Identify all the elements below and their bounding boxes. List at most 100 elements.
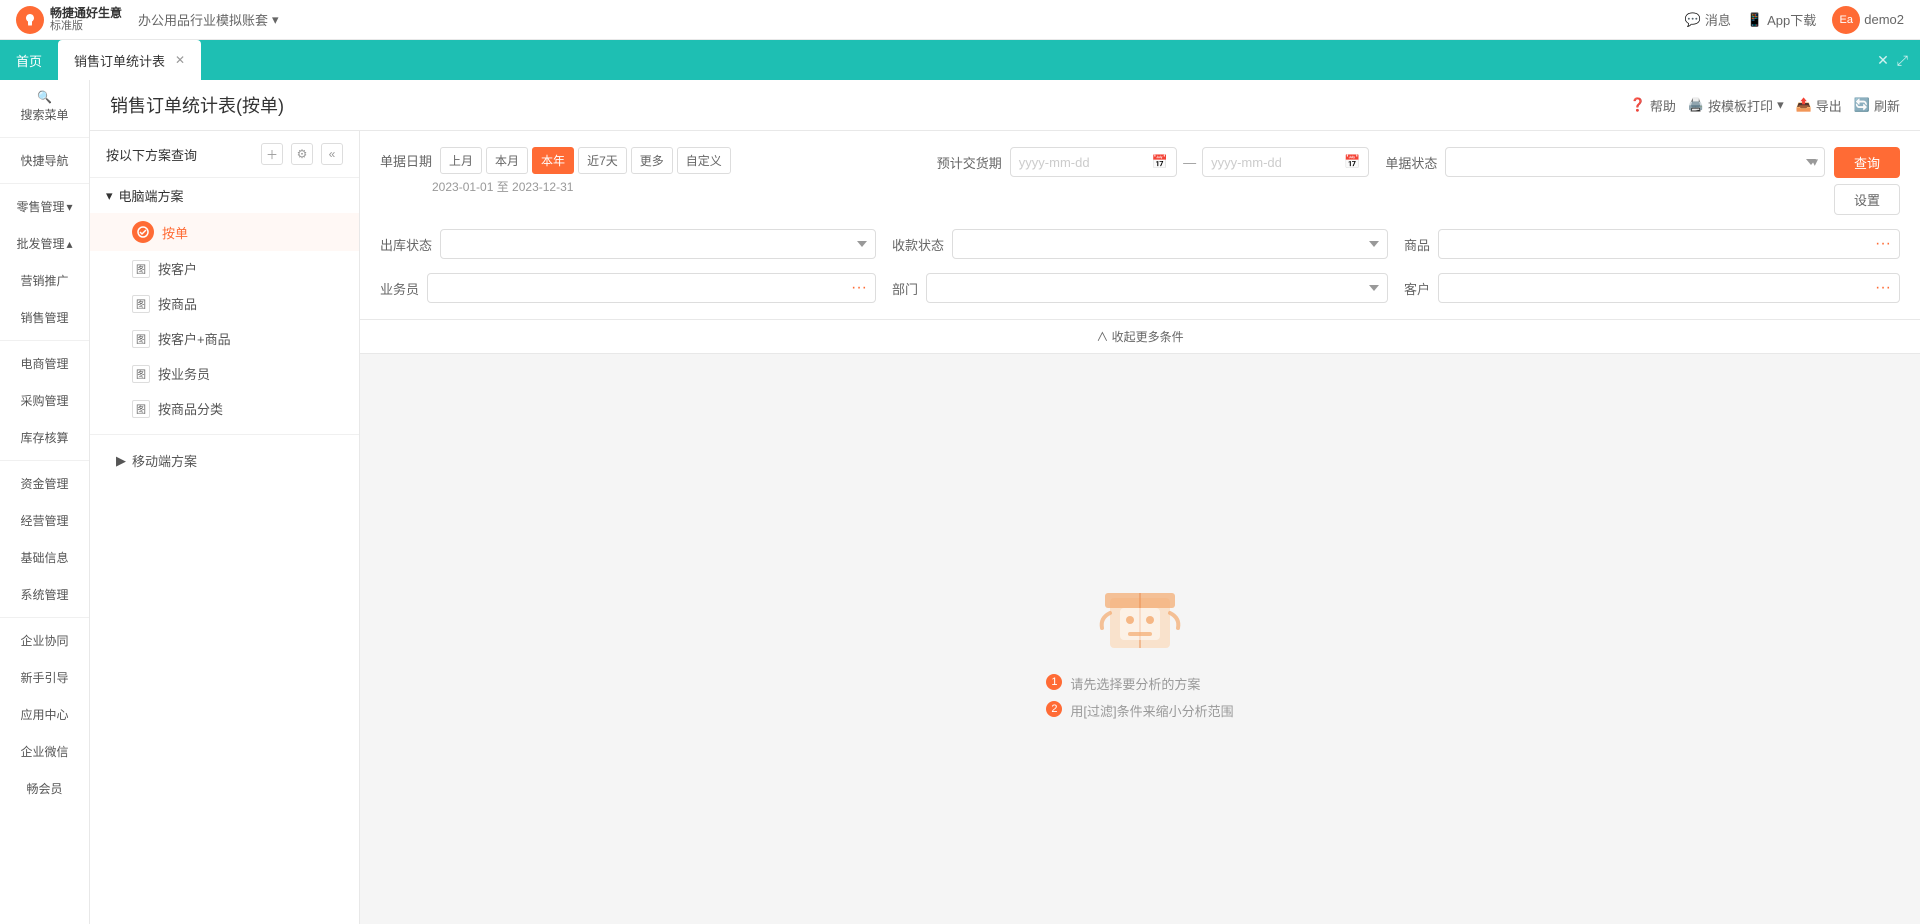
status-label: 单据状态 [1385, 153, 1437, 172]
scheme-by-customer-product[interactable]: 图 按客户+商品 [90, 321, 359, 356]
sidebar-item-operations[interactable]: 经营管理 [0, 502, 89, 539]
refresh-button[interactable]: 🔄 刷新 [1854, 96, 1900, 115]
salesperson-more-icon: ··· [851, 280, 867, 296]
status-filter: 单据状态 ▾ [1385, 147, 1818, 177]
date-btn-last-7days[interactable]: 近7天 [578, 147, 627, 174]
company-select[interactable]: 办公用品行业模拟账套 ▾ [130, 6, 287, 33]
message-button[interactable]: 💬 消息 [1685, 10, 1731, 29]
maximize-icon[interactable]: ⤢ [1897, 52, 1908, 69]
scheme-by-customer[interactable]: 图 按客户 [90, 251, 359, 286]
scheme-by-order-label: 按单 [162, 223, 188, 242]
print-arrow-icon: ▾ [1777, 97, 1784, 113]
left-panel-title: 按以下方案查询 [106, 145, 197, 164]
print-icon: 🖨️ [1688, 97, 1704, 113]
calendar-icon-end: 📅 [1344, 154, 1360, 170]
scheme-by-salesperson[interactable]: 图 按业务员 [90, 356, 359, 391]
page-area: 销售订单统计表(按单) ❓ 帮助 🖨️ 按模板打印 ▾ 📤 导出 [90, 80, 1920, 924]
app-download-button[interactable]: 📱 App下载 [1747, 10, 1816, 29]
sidebar-item-enterprise[interactable]: 企业协同 [0, 622, 89, 659]
print-button[interactable]: 🖨️ 按模板打印 ▾ [1688, 96, 1784, 115]
sidebar-item-wechat[interactable]: 企业微信 [0, 733, 89, 770]
expected-date-end[interactable]: yyyy-mm-dd 📅 [1202, 147, 1369, 177]
filter-row-3: 业务员 ··· 部门 [380, 273, 1900, 303]
customer-input[interactable]: ··· [1438, 273, 1900, 303]
date-btn-current-year[interactable]: 本年 [532, 147, 574, 174]
download-icon: 📱 [1747, 12, 1763, 28]
salesperson-input[interactable]: ··· [427, 273, 876, 303]
department-filter: 部门 [892, 273, 1388, 303]
payment-filter: 收款状态 [892, 229, 1388, 259]
avatar: Ea [1832, 6, 1860, 34]
sidebar-item-quicknav[interactable]: 快捷导航 [0, 142, 89, 179]
scheme-by-order[interactable]: 按单 [90, 213, 359, 251]
sidebar-item-inventory[interactable]: 库存核算 [0, 419, 89, 456]
scheme-by-product[interactable]: 图 按商品 [90, 286, 359, 321]
arrow-down-icon: ▾ [106, 188, 113, 204]
page-header: 销售订单统计表(按单) ❓ 帮助 🖨️ 按模板打印 ▾ 📤 导出 [90, 80, 1920, 131]
shipment-label: 出库状态 [380, 235, 432, 254]
empty-tip-1-text: 请先选择要分析的方案 [1070, 674, 1200, 693]
home-tab-label: 首页 [16, 51, 42, 70]
pc-scheme-group: ▾ 电脑端方案 按单 [90, 178, 359, 426]
scheme-by-product-category[interactable]: 图 按商品分类 [90, 391, 359, 426]
export-icon: 📤 [1796, 97, 1812, 113]
sidebar-item-system[interactable]: 系统管理 [0, 576, 89, 613]
customer-more-icon: ··· [1875, 280, 1891, 296]
goods-input[interactable]: ··· [1438, 229, 1900, 259]
add-scheme-button[interactable]: ＋ [261, 143, 283, 165]
sidebar-item-marketing[interactable]: 营销推广 [0, 262, 89, 299]
main-content: 🔍 搜索菜单 快捷导航 零售管理 ▾ 批发管理 ▴ 营销推广 销售管理 [0, 80, 1920, 924]
shipment-filter: 出库状态 [380, 229, 876, 259]
sidebar-item-member[interactable]: 畅会员 [0, 770, 89, 807]
expected-date-start[interactable]: yyyy-mm-dd 📅 [1010, 147, 1177, 177]
logo-icon [16, 6, 44, 34]
sidebar-item-sales[interactable]: 销售管理 [0, 299, 89, 336]
collapse-bar[interactable]: ∧ 收起更多条件 [360, 320, 1920, 354]
goods-more-icon: ··· [1875, 236, 1891, 252]
query-button[interactable]: 查询 [1834, 147, 1900, 178]
customer-label: 客户 [1404, 279, 1430, 298]
tab-close-icon[interactable]: ✕ [175, 53, 185, 67]
pc-scheme-header[interactable]: ▾ 电脑端方案 [90, 178, 359, 213]
payment-select[interactable] [952, 229, 1388, 259]
scheme-by-product-label: 按商品 [158, 294, 197, 313]
sidebar-item-basic[interactable]: 基础信息 [0, 539, 89, 576]
sidebar-item-wholesale[interactable]: 批发管理 ▴ [0, 225, 89, 262]
date-range-text: 2023-01-01 至 2023-12-31 [432, 180, 573, 194]
sidebar-item-purchase[interactable]: 采购管理 [0, 382, 89, 419]
collapse-panel-button[interactable]: « [321, 143, 343, 165]
shipment-select[interactable] [440, 229, 876, 259]
help-icon: ❓ [1630, 97, 1646, 113]
scheme-by-product-category-icon: 图 [132, 400, 150, 418]
date-btn-current-month[interactable]: 本月 [486, 147, 528, 174]
help-button[interactable]: ❓ 帮助 [1630, 96, 1676, 115]
close-window-icon[interactable]: ✕ [1877, 52, 1889, 69]
mobile-scheme-item[interactable]: ▶ 移动端方案 [90, 443, 359, 478]
expected-date-filter: 预计交货期 yyyy-mm-dd 📅 — yyyy-mm-dd [937, 147, 1370, 177]
settings-scheme-button[interactable]: ⚙ [291, 143, 313, 165]
tab-sales-order-stats[interactable]: 销售订单统计表 ✕ [58, 40, 201, 80]
logo-area: 畅捷通好生意 标准版 [16, 6, 122, 34]
salesperson-filter: 业务员 ··· [380, 273, 876, 303]
pc-scheme-label: 电脑端方案 [119, 186, 184, 205]
expected-date-range: yyyy-mm-dd 📅 — yyyy-mm-dd 📅 [1010, 147, 1370, 177]
export-button[interactable]: 📤 导出 [1796, 96, 1842, 115]
department-select[interactable] [926, 273, 1388, 303]
filter-row-2: 出库状态 收款状态 [380, 229, 1900, 259]
sidebar-item-finance[interactable]: 资金管理 [0, 465, 89, 502]
sidebar-item-retail[interactable]: 零售管理 ▾ [0, 188, 89, 225]
date-btn-more[interactable]: 更多 [631, 147, 673, 174]
date-btn-custom[interactable]: 自定义 [677, 147, 731, 174]
scheme-by-customer-product-icon: 图 [132, 330, 150, 348]
sidebar-item-ecommerce[interactable]: 电商管理 [0, 345, 89, 382]
date-btn-last-month[interactable]: 上月 [440, 147, 482, 174]
sidebar-item-appcenter[interactable]: 应用中心 [0, 696, 89, 733]
user-menu[interactable]: Ea demo2 [1832, 6, 1904, 34]
sidebar-item-newuser[interactable]: 新手引导 [0, 659, 89, 696]
setting-button[interactable]: 设置 [1834, 184, 1900, 215]
sidebar-item-search[interactable]: 🔍 搜索菜单 [0, 80, 89, 133]
page-header-actions: ❓ 帮助 🖨️ 按模板打印 ▾ 📤 导出 🔄 刷新 [1630, 96, 1900, 127]
tab-home[interactable]: 首页 [0, 40, 58, 80]
empty-tip-2-text: 用[过滤]条件来缩小分析范围 [1070, 701, 1233, 720]
status-select[interactable] [1445, 147, 1825, 177]
